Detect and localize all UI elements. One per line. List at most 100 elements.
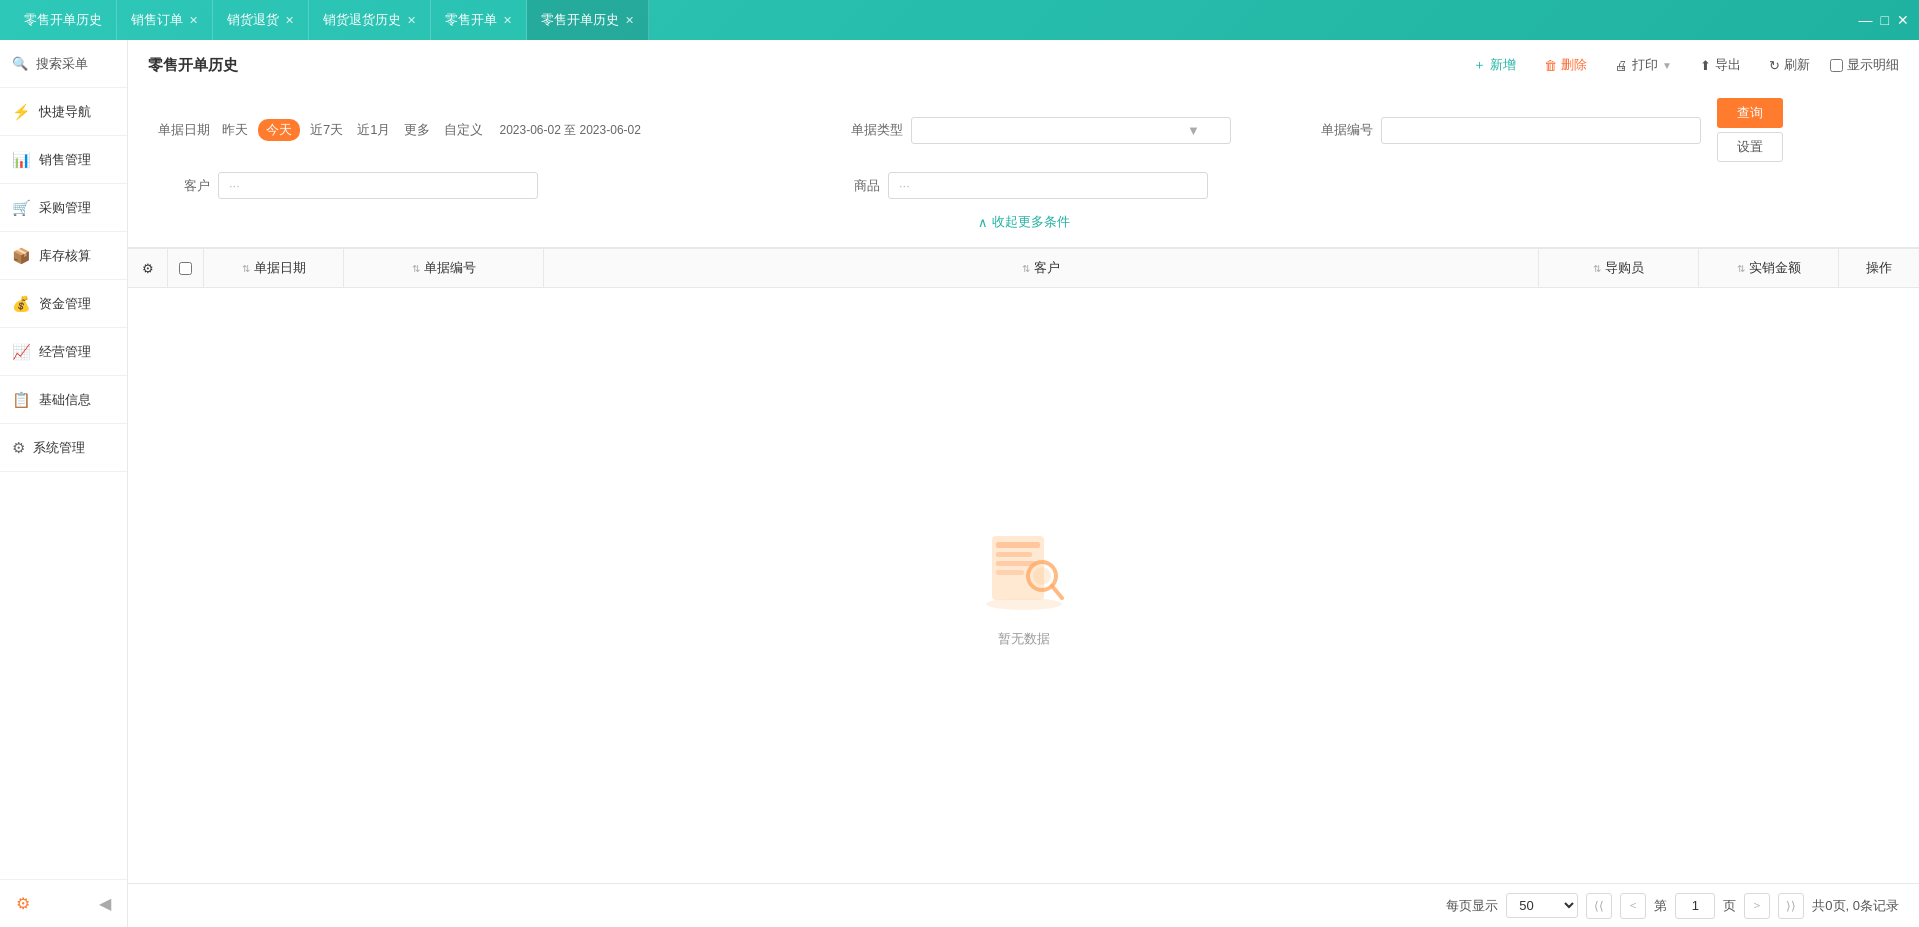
sidebar-item-purchase-mgmt[interactable]: 🛒 采购管理 [0, 184, 127, 232]
customer-value: ··· [229, 178, 240, 193]
refresh-label: 刷新 [1784, 56, 1810, 74]
th-num-label: 单据编号 [424, 259, 476, 277]
goods-value: ··· [899, 178, 910, 193]
sidebar-item-system[interactable]: ⚙ 系统管理 [0, 424, 127, 472]
svg-rect-3 [996, 552, 1032, 557]
date-btn-yesterday[interactable]: 昨天 [218, 119, 252, 141]
print-label: 打印 [1632, 56, 1658, 74]
first-page-button[interactable]: ⟨⟨ [1586, 893, 1612, 919]
th-amount-label: 实销金额 [1749, 259, 1801, 277]
order-type-select[interactable]: ▼ [911, 117, 1231, 144]
th-date[interactable]: ⇅ 单据日期 [204, 249, 344, 287]
search-icon: 🔍 [12, 56, 28, 71]
inventory-icon: 📦 [12, 247, 31, 265]
maximize-icon[interactable]: □ [1881, 12, 1889, 28]
th-gear[interactable]: ⚙ [128, 249, 168, 287]
tab-sales-return[interactable]: 销货退货 ✕ [213, 0, 309, 40]
svg-line-8 [1052, 586, 1062, 598]
date-filter-label: 单据日期 [148, 121, 218, 139]
sidebar-item-quick-nav[interactable]: ⚡ 快捷导航 [0, 88, 127, 136]
page-size-select[interactable]: 50 20 100 [1506, 893, 1578, 918]
query-button[interactable]: 查询 [1717, 98, 1783, 128]
table-header: ⚙ ⇅ 单据日期 ⇅ 单据编号 ⇅ 客户 ⇅ [128, 248, 1919, 288]
sidebar-item-sales-mgmt[interactable]: 📊 销售管理 [0, 136, 127, 184]
date-btn-last-month[interactable]: 近1月 [353, 119, 394, 141]
collapse-up-icon: ∧ [978, 215, 988, 230]
sidebar-search[interactable]: 🔍 搜索采单 [0, 40, 127, 88]
th-num[interactable]: ⇅ 单据编号 [344, 249, 544, 287]
th-guide[interactable]: ⇅ 导购员 [1539, 249, 1699, 287]
date-btn-custom[interactable]: 自定义 [440, 119, 487, 141]
settings-button[interactable]: 设置 [1717, 132, 1783, 162]
th-guide-label: 导购员 [1605, 259, 1644, 277]
purchase-mgmt-icon: 🛒 [12, 199, 31, 217]
show-detail-input[interactable] [1830, 59, 1843, 72]
tab-retail-open[interactable]: 零售开单 ✕ [431, 0, 527, 40]
collapse-filter-row[interactable]: ∧ 收起更多条件 [148, 209, 1899, 239]
sidebar-item-finance[interactable]: 💰 资金管理 [0, 280, 127, 328]
sidebar-item-operations[interactable]: 📈 经营管理 [0, 328, 127, 376]
toolbar: ＋ 新增 🗑 删除 🖨 打印 ▼ ⬆ 导出 [1465, 52, 1899, 78]
minimize-icon[interactable]: — [1859, 12, 1873, 28]
print-button[interactable]: 🖨 打印 ▼ [1607, 52, 1680, 78]
goods-label: 商品 [818, 177, 888, 195]
show-detail-checkbox[interactable]: 显示明细 [1830, 56, 1899, 74]
close-icon[interactable]: ✕ [407, 14, 416, 27]
th-amount[interactable]: ⇅ 实销金额 [1699, 249, 1839, 287]
customer-select[interactable]: ··· [218, 172, 538, 199]
th-customer[interactable]: ⇅ 客户 [544, 249, 1539, 287]
table-wrapper: ⚙ ⇅ 单据日期 ⇅ 单据编号 ⇅ 客户 ⇅ [128, 248, 1919, 883]
tab-retail-history[interactable]: 零售开单历史 ✕ [527, 0, 649, 40]
last-page-button[interactable]: ⟩⟩ [1778, 893, 1804, 919]
sort-up-icon: ⇅ [1593, 263, 1601, 274]
quick-nav-icon: ⚡ [12, 103, 31, 121]
order-num-input[interactable] [1381, 117, 1701, 144]
settings-icon[interactable]: ⚙ [16, 894, 30, 913]
tab-sales-order[interactable]: 销售订单 ✕ [117, 0, 213, 40]
add-icon: ＋ [1473, 56, 1486, 74]
window-close-icon[interactable]: ✕ [1897, 12, 1909, 28]
tab-sales-return-history[interactable]: 销货退货历史 ✕ [309, 0, 431, 40]
sidebar-item-basic-info[interactable]: 📋 基础信息 [0, 376, 127, 424]
content-area: 零售开单历史 ＋ 新增 🗑 删除 🖨 打印 ▼ [128, 40, 1919, 927]
show-detail-label: 显示明细 [1847, 56, 1899, 74]
date-btn-more[interactable]: 更多 [400, 119, 434, 141]
sidebar-item-label: 基础信息 [39, 391, 91, 409]
select-all-checkbox[interactable] [179, 262, 192, 275]
date-filter: 昨天 今天 近7天 近1月 更多 自定义 2023-06-02 至 2023-0… [218, 119, 641, 141]
export-button[interactable]: ⬆ 导出 [1692, 52, 1749, 78]
current-page-input[interactable] [1675, 893, 1715, 919]
window-controls: — □ ✕ [1859, 12, 1909, 28]
system-icon: ⚙ [12, 439, 25, 457]
date-btn-last7[interactable]: 近7天 [306, 119, 347, 141]
close-icon[interactable]: ✕ [285, 14, 294, 27]
delete-button[interactable]: 🗑 删除 [1536, 52, 1595, 78]
tab-home[interactable]: 零售开单历史 [10, 0, 117, 40]
next-page-button[interactable]: ＞ [1744, 893, 1770, 919]
refresh-button[interactable]: ↻ 刷新 [1761, 52, 1818, 78]
basic-info-icon: 📋 [12, 391, 31, 409]
svg-rect-4 [996, 561, 1036, 566]
pagination: 每页显示 50 20 100 ⟨⟨ ＜ 第 页 ＞ ⟩⟩ 共0页, 0条记录 [128, 883, 1919, 927]
close-icon[interactable]: ✕ [625, 14, 634, 27]
refresh-icon: ↻ [1769, 58, 1780, 73]
sidebar-bottom: ⚙ ◀ [0, 879, 127, 927]
sort-up-icon: ⇅ [1022, 263, 1030, 274]
page-label: 第 [1654, 897, 1667, 915]
collapse-sidebar-icon[interactable]: ◀ [99, 894, 111, 913]
sidebar-item-label: 采购管理 [39, 199, 91, 217]
close-icon[interactable]: ✕ [503, 14, 512, 27]
sidebar-item-inventory[interactable]: 📦 库存核算 [0, 232, 127, 280]
add-button[interactable]: ＋ 新增 [1465, 52, 1524, 78]
tab-retail-open-label: 零售开单 [445, 11, 497, 29]
th-check[interactable] [168, 249, 204, 287]
empty-area: 暂无数据 [128, 288, 1919, 883]
date-btn-today[interactable]: 今天 [258, 119, 300, 141]
prev-page-button[interactable]: ＜ [1620, 893, 1646, 919]
page-title-row: 零售开单历史 ＋ 新增 🗑 删除 🖨 打印 ▼ [148, 52, 1899, 86]
page-suffix: 页 [1723, 897, 1736, 915]
close-icon[interactable]: ✕ [189, 14, 198, 27]
sidebar-item-label: 经营管理 [39, 343, 91, 361]
print-dropdown-icon: ▼ [1662, 60, 1672, 71]
goods-select[interactable]: ··· [888, 172, 1208, 199]
